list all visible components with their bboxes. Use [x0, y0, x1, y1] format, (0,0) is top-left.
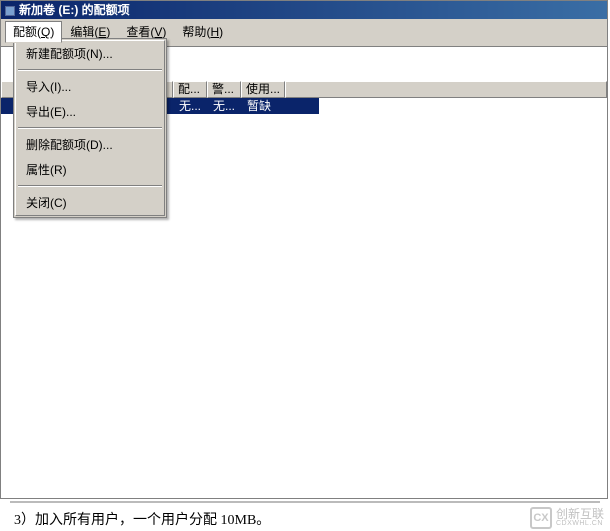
menu-view-label: 查看	[126, 25, 150, 39]
menu-edit-label: 编辑	[70, 25, 94, 39]
col-head-4[interactable]	[285, 81, 607, 98]
titlebar[interactable]: 新加卷 (E:) 的配额项	[1, 1, 607, 19]
col-head-1[interactable]: 配...	[173, 81, 207, 98]
menu-close[interactable]: 关闭(C)	[16, 190, 164, 215]
menu-help[interactable]: 帮助(H)	[174, 21, 231, 43]
menu-new-quota[interactable]: 新建配额项(N)...	[16, 41, 164, 66]
quota-dropdown: 新建配额项(N)... 导入(I)... 导出(E)... 删除配额项(D)..…	[13, 38, 167, 218]
menu-view-accel: V	[154, 25, 162, 39]
menu-quota[interactable]: 配额(Q)	[5, 21, 62, 43]
cell-quota: 无...	[175, 98, 209, 114]
menu-quota-label: 配额	[13, 25, 37, 39]
watermark-text-en: CDXWHL.CN	[556, 520, 604, 528]
cell-used: 暂缺	[243, 98, 319, 114]
menu-export[interactable]: 导出(E)...	[16, 99, 164, 124]
menu-quota-accel: Q	[41, 25, 50, 39]
menu-properties[interactable]: 属性(R)	[16, 157, 164, 182]
menu-help-label: 帮助	[182, 25, 206, 39]
menu-help-accel: H	[210, 25, 219, 39]
menu-separator	[18, 185, 162, 187]
divider	[10, 501, 600, 503]
menu-import[interactable]: 导入(I)...	[16, 74, 164, 99]
window-sys-icon	[5, 5, 15, 15]
window-title: 新加卷 (E:) 的配额项	[19, 3, 130, 17]
cell-warn: 无...	[209, 98, 243, 114]
menu-separator	[18, 69, 162, 71]
col-head-3[interactable]: 使用...	[241, 81, 285, 98]
menu-edit-accel: E	[98, 25, 106, 39]
page-caption: 3）加入所有用户，一个用户分配 10MB。	[14, 509, 270, 529]
watermark-logo-icon: CX	[530, 507, 552, 529]
watermark-text-cn: 创新互联	[556, 509, 604, 520]
menu-separator	[18, 127, 162, 129]
watermark: CX 创新互联 CDXWHL.CN	[530, 507, 604, 529]
col-head-2[interactable]: 警...	[207, 81, 241, 98]
menu-delete-quota[interactable]: 删除配额项(D)...	[16, 132, 164, 157]
